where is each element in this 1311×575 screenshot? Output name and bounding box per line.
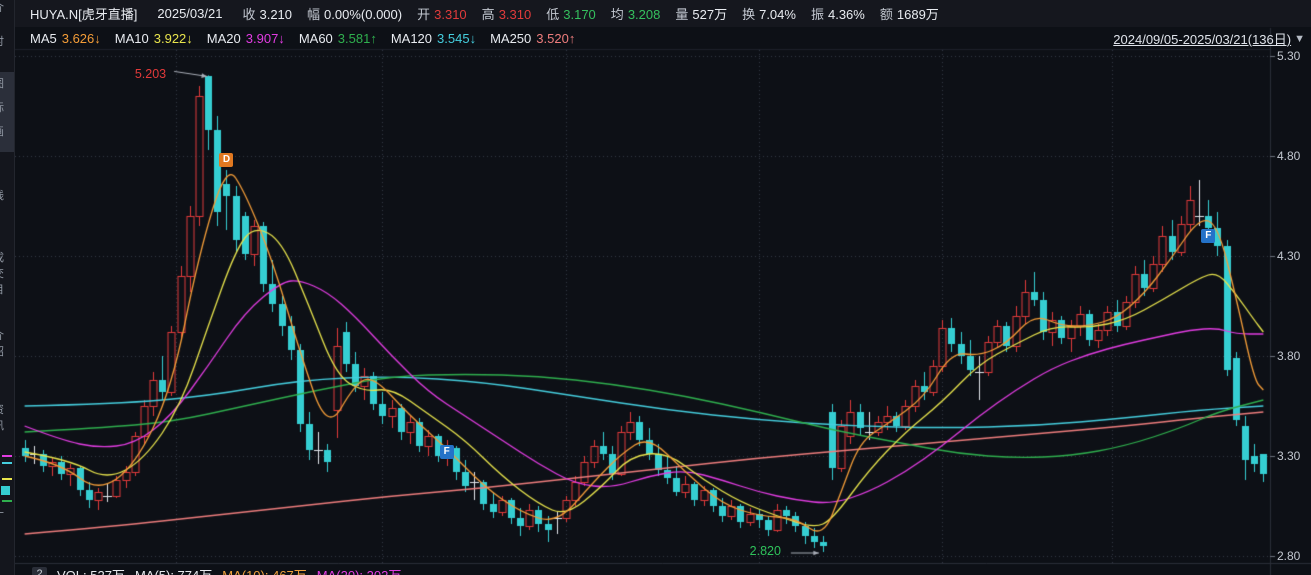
date-range-selector[interactable]: 2024/09/05-2025/03/21(136日) ▼ <box>1113 29 1305 48</box>
ma-value: 3.907↓ <box>246 31 285 46</box>
sidebar-glyph-fragment: 讯 <box>0 420 13 432</box>
quote-field-value: 3.210 <box>259 7 292 22</box>
quote-field-value: 3.170 <box>563 7 596 22</box>
ma-label: MA10 <box>115 31 149 46</box>
sidebar-glyph-fragment: 标 <box>0 102 13 114</box>
sidebar-mini-mark <box>2 455 12 457</box>
left-toolbar-strip[interactable]: 介时图标画线成交目介绍资讯十 <box>0 0 15 575</box>
quote-field-label: 振 <box>811 7 824 22</box>
ma-value: 3.626↓ <box>62 31 101 46</box>
price-axis-label: 3.30 <box>1277 449 1300 463</box>
price-annotation-label: 5.203 <box>135 67 166 81</box>
quote-field-开: 开 3.310 <box>417 4 467 23</box>
event-badge-f[interactable]: F <box>1201 229 1215 243</box>
quote-fields: 收 3.210 幅 0.00%(0.000) 开 3.310 高 3.310 低 3.170 均 3.… <box>242 4 953 23</box>
sidebar-glyph-fragment: 时 <box>0 36 13 48</box>
quote-date: 2025/03/21 <box>157 6 222 21</box>
sidebar-glyph-fragment: 成 <box>0 252 13 264</box>
ma-label: MA250 <box>490 31 531 46</box>
sidebar-glyph-fragment: 十 <box>0 508 13 520</box>
sidebar-mini-mark <box>2 500 12 502</box>
sidebar-glyph-fragment: 画 <box>0 126 13 138</box>
quote-field-均: 均 3.208 <box>611 4 661 23</box>
quote-field-value: 527万 <box>692 7 727 22</box>
quote-field-label: 换 <box>742 7 755 22</box>
ma-legend-item-ma20: MA20 3.907↓ <box>207 31 285 46</box>
sidebar-glyph-fragment: 图 <box>0 78 13 90</box>
ma-label: MA60 <box>299 31 333 46</box>
quote-field-value: 0.00%(0.000) <box>324 7 402 22</box>
ma-value: 3.520↑ <box>536 31 575 46</box>
quote-field-额: 额 1689万 <box>880 4 939 23</box>
quote-field-value: 4.36% <box>828 7 865 22</box>
quote-field-label: 高 <box>482 7 495 22</box>
price-axis-label: 5.30 <box>1277 49 1300 63</box>
volume-pane-legend: 2 VOL: 527万 MA(5): 774万 MA(10): 467万 MA(20)… <box>14 564 1311 575</box>
ma-label: MA20 <box>207 31 241 46</box>
quote-field-label: 额 <box>880 7 893 22</box>
quote-field-收: 收 3.210 <box>242 4 292 23</box>
ma-legend-item-ma120: MA120 3.545↓ <box>391 31 476 46</box>
sidebar-glyph-fragment: 线 <box>0 190 13 202</box>
price-axis-label: 4.30 <box>1277 249 1300 263</box>
chevron-down-icon[interactable]: ▼ <box>1294 33 1305 45</box>
sidebar-mini-square <box>1 486 10 495</box>
quote-field-量: 量 527万 <box>675 4 727 23</box>
event-badge-f[interactable]: F <box>440 445 454 459</box>
ma-legend-item-ma10: MA10 3.922↓ <box>115 31 193 46</box>
quote-field-振: 振 4.36% <box>811 4 865 23</box>
ma-value: 3.581↑ <box>338 31 377 46</box>
quote-field-value: 7.04% <box>759 7 796 22</box>
quote-field-label: 量 <box>675 7 688 22</box>
quote-field-label: 开 <box>417 7 430 22</box>
stock-chart-window: 介时图标画线成交目介绍资讯十 HUYA.N[虎牙直播] 2025/03/21 收… <box>0 0 1311 575</box>
ma-label: MA120 <box>391 31 432 46</box>
sidebar-glyph-fragment: 介 <box>0 2 13 14</box>
quote-field-value: 1689万 <box>897 7 939 22</box>
ma-legend-item-ma250: MA250 3.520↑ <box>490 31 575 46</box>
quote-field-高: 高 3.310 <box>482 4 532 23</box>
ma-legend-bar: MA53.626↓MA103.922↓MA203.907↓MA603.581↑M… <box>14 28 1271 49</box>
quote-field-label: 收 <box>242 7 255 22</box>
symbol-title: HUYA.N[虎牙直播] <box>30 4 137 23</box>
quote-field-value: 3.310 <box>499 7 532 22</box>
ma-value: 3.545↓ <box>437 31 476 46</box>
sidebar-glyph-fragment: 交 <box>0 268 13 280</box>
volume-legend-item: VOL: 527万 <box>57 565 125 575</box>
volume-legend-item: MA(20): 202万 <box>317 565 402 575</box>
ma-legend-item-ma5: MA5 3.626↓ <box>30 31 101 46</box>
sidebar-glyph-fragment: 资 <box>0 404 13 416</box>
volume-legend-item: MA(10): 467万 <box>222 565 307 575</box>
price-annotation-label: 2.820 <box>750 544 781 558</box>
quote-field-label: 低 <box>546 7 559 22</box>
quote-field-value: 3.208 <box>628 7 661 22</box>
price-axis-label: 2.80 <box>1277 549 1300 563</box>
volume-legend-item: MA(5): 774万 <box>135 565 212 575</box>
price-axis-label: 4.80 <box>1277 149 1300 163</box>
date-range-label[interactable]: 2024/09/05-2025/03/21(136日) <box>1113 29 1291 48</box>
sidebar-glyph-fragment: 目 <box>0 284 13 296</box>
sidebar-mini-mark <box>2 478 12 480</box>
sidebar-mini-mark <box>2 462 12 464</box>
quote-field-label: 均 <box>611 7 624 22</box>
quote-field-value: 3.310 <box>434 7 467 22</box>
quote-header-bar: HUYA.N[虎牙直播] 2025/03/21 收 3.210 幅 0.00%(0.0… <box>14 0 1311 27</box>
price-axis-label: 3.80 <box>1277 349 1300 363</box>
ma-value: 3.922↓ <box>154 31 193 46</box>
sidebar-glyph-fragment: 绍 <box>0 346 13 358</box>
event-badge-d[interactable]: D <box>219 153 233 167</box>
quote-field-换: 换 7.04% <box>742 4 796 23</box>
ma-legend-item-ma60: MA60 3.581↑ <box>299 31 377 46</box>
quote-field-label: 幅 <box>307 7 320 22</box>
candlestick-chart-canvas[interactable] <box>0 0 1311 575</box>
quote-field-低: 低 3.170 <box>546 4 596 23</box>
pane-number-badge: 2 <box>32 567 47 575</box>
sidebar-glyph-fragment: 介 <box>0 330 13 342</box>
quote-field-幅: 幅 0.00%(0.000) <box>307 4 402 23</box>
volume-legend-fields: VOL: 527万 MA(5): 774万 MA(10): 467万 MA(20): … <box>57 565 411 575</box>
ma-label: MA5 <box>30 31 57 46</box>
